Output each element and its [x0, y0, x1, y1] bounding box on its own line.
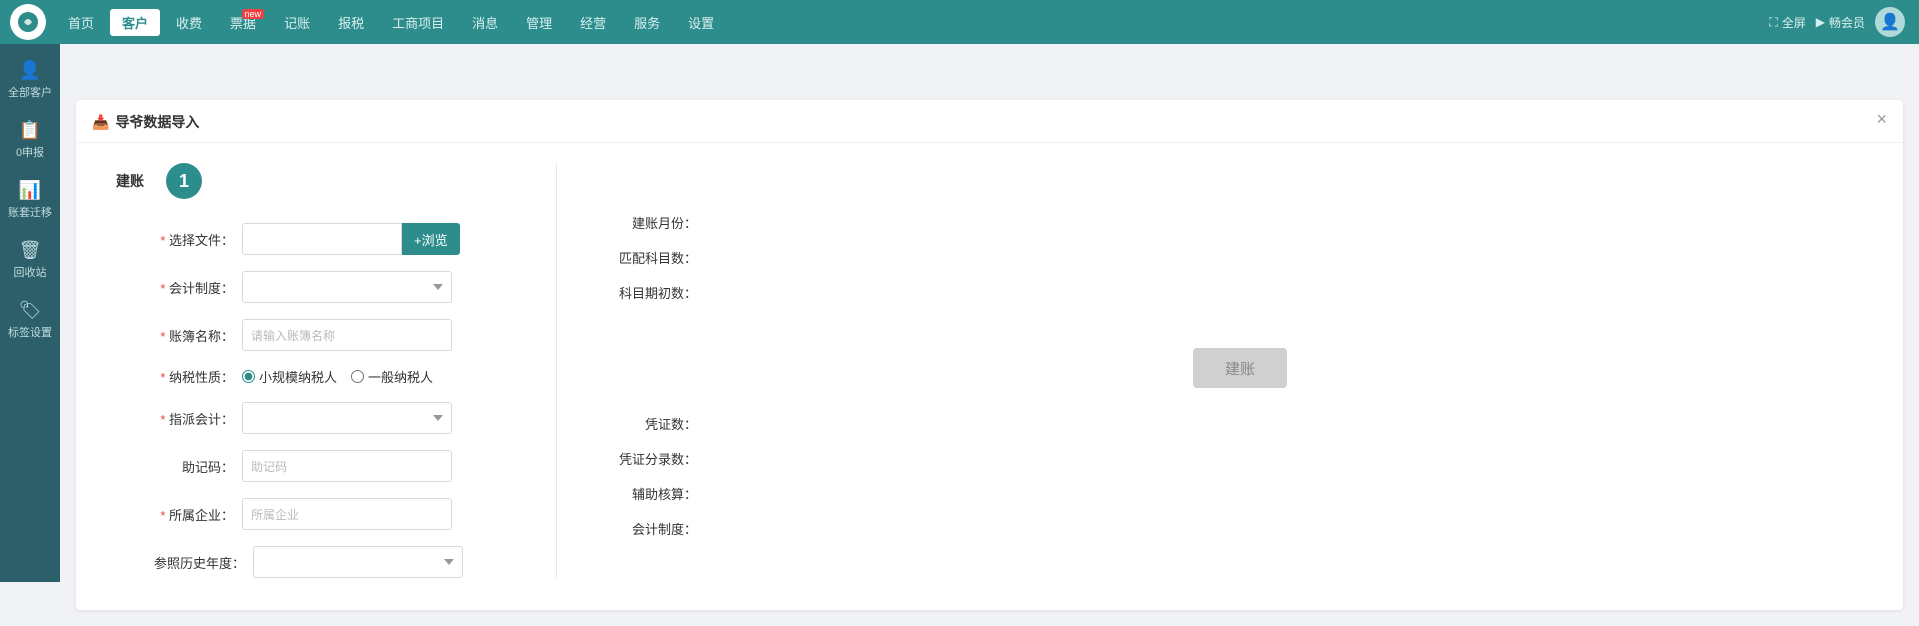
nav-item-service[interactable]: 服务	[622, 9, 672, 36]
assign-accountant-row: * 指派会计：	[154, 402, 546, 434]
initial-period-row: 科目期初数：	[607, 283, 1873, 302]
build-month-label: 建账月份：	[607, 213, 697, 232]
voucher-count-row: 凭证数：	[607, 414, 1873, 433]
migration-icon: 📊	[19, 180, 41, 201]
form-right: 建账月份： 匹配科目数： 科目期初数： 建账 凭证数： 凭证分录数：	[567, 163, 1873, 578]
form-left: 建账 1 * 选择文件： +浏览	[106, 163, 546, 578]
form-body: 建账 1 * 选择文件： +浏览	[76, 143, 1903, 598]
nav-item-home[interactable]: 首页	[56, 9, 106, 36]
accounting-system2-label: 会计制度：	[607, 519, 697, 538]
accounting-system-label: * 会计制度：	[154, 278, 234, 297]
file-select-row: * 选择文件： +浏览	[154, 223, 546, 255]
ref-history-select[interactable]	[253, 546, 463, 578]
sidebar-item-recycle[interactable]: 🗑 回收站	[3, 232, 57, 288]
browse-button[interactable]: +浏览	[402, 223, 460, 255]
assign-accountant-select[interactable]	[242, 402, 452, 434]
memo-row: 助记码：	[154, 450, 546, 482]
top-navigation: 首页 客户 收费 票据 new 记账 报税 工商项目 消息 管理 经营 服务 设…	[0, 0, 1919, 44]
tax-type-row: * 纳税性质： 小规模纳税人 一般纳税人	[154, 367, 546, 386]
tax-type-radio-group: 小规模纳税人 一般纳税人	[242, 367, 433, 386]
tag-icon: 🏷	[19, 300, 42, 321]
sidebar: 👤 全部客户 📋 0申报 📊 账套迁移 🗑 回收站 🏷 标签设置	[0, 44, 60, 582]
assign-accountant-label: * 指派会计：	[154, 409, 234, 428]
avatar[interactable]: 👤	[1875, 7, 1905, 37]
file-input-group: +浏览	[242, 223, 460, 255]
nav-item-ledger[interactable]: 记账	[272, 9, 322, 36]
tax-small-label[interactable]: 小规模纳税人	[242, 367, 337, 386]
ledger-name-row: * 账簿名称：	[154, 319, 546, 351]
sidebar-item-all-customers[interactable]: 👤 全部客户	[3, 52, 57, 108]
close-button[interactable]: ×	[1876, 110, 1887, 128]
file-input[interactable]	[242, 223, 402, 255]
voucher-entries-row: 凭证分录数：	[607, 449, 1873, 468]
file-select-label: * 选择文件：	[154, 230, 234, 249]
owner-company-row: * 所属企业：	[154, 498, 546, 530]
accounting-system-row: * 会计制度：	[154, 271, 546, 303]
owner-company-label: * 所属企业：	[154, 505, 234, 524]
sidebar-item-declaration[interactable]: 📋 0申报	[3, 112, 57, 168]
match-subjects-row: 匹配科目数：	[607, 248, 1873, 267]
nav-item-billing[interactable]: 收费	[164, 9, 214, 36]
modal-title: 导爷数据导入	[115, 112, 199, 132]
tax-small-radio[interactable]	[242, 370, 255, 383]
nav-item-business[interactable]: 工商项目	[380, 9, 456, 36]
nav-item-settings[interactable]: 设置	[676, 9, 726, 36]
vertical-divider	[556, 163, 557, 578]
nav-item-customer[interactable]: 客户	[110, 9, 160, 36]
fullscreen-icon: ⛶	[1769, 15, 1777, 30]
voucher-entries-label: 凭证分录数：	[607, 449, 697, 468]
memo-label: 助记码：	[154, 457, 234, 476]
modal-card: 📥 导爷数据导入 × 建账 1 * 选择文件：	[76, 100, 1903, 610]
sidebar-item-migration[interactable]: 📊 账套迁移	[3, 172, 57, 228]
user-icon: 👤	[19, 60, 41, 81]
nav-right: ⛶ 全屏 ▶ 畅会员 👤	[1769, 7, 1919, 37]
step-header: 建账 1	[106, 163, 546, 199]
accounting-system-select[interactable]	[242, 271, 452, 303]
ref-history-row: 参照历史年度：	[154, 546, 546, 578]
memo-input[interactable]	[242, 450, 452, 482]
membership-button[interactable]: ▶ 畅会员	[1816, 14, 1865, 31]
recycle-icon: 🗑	[19, 240, 42, 261]
main-content: 📥 导爷数据导入 × 建账 1 * 选择文件：	[60, 44, 1919, 626]
sidebar-item-tags[interactable]: 🏷 标签设置	[3, 292, 57, 348]
nav-item-tax[interactable]: 报税	[326, 9, 376, 36]
initial-period-label: 科目期初数：	[607, 283, 697, 302]
build-month-row: 建账月份：	[607, 213, 1873, 232]
build-button[interactable]: 建账	[1193, 348, 1287, 388]
accounting-system2-row: 会计制度：	[607, 519, 1873, 538]
nav-items: 首页 客户 收费 票据 new 记账 报税 工商项目 消息 管理 经营 服务 设…	[56, 9, 1769, 36]
tax-general-label[interactable]: 一般纳税人	[351, 367, 433, 386]
declaration-icon: 📋	[19, 120, 41, 141]
match-subjects-label: 匹配科目数：	[607, 248, 697, 267]
tax-type-label: * 纳税性质：	[154, 367, 234, 386]
ledger-name-label: * 账簿名称：	[154, 326, 234, 345]
step-circle: 1	[166, 163, 202, 199]
nav-item-invoice[interactable]: 票据 new	[218, 9, 268, 36]
step-label-text: 建账	[116, 171, 144, 191]
auxiliary-label: 辅助核算：	[607, 484, 697, 503]
owner-company-input[interactable]	[242, 498, 452, 530]
new-badge: new	[242, 9, 265, 19]
card-header: 📥 导爷数据导入	[76, 100, 1903, 143]
auxiliary-row: 辅助核算：	[607, 484, 1873, 503]
ref-history-label: 参照历史年度：	[154, 553, 245, 572]
fullscreen-button[interactable]: ⛶ 全屏	[1769, 14, 1805, 31]
nav-item-finance[interactable]: 经营	[568, 9, 618, 36]
play-icon: ▶	[1816, 15, 1825, 29]
voucher-count-label: 凭证数：	[607, 414, 697, 433]
nav-item-message[interactable]: 消息	[460, 9, 510, 36]
tax-general-radio[interactable]	[351, 370, 364, 383]
ledger-name-input[interactable]	[242, 319, 452, 351]
app-logo[interactable]	[10, 4, 46, 40]
import-icon: 📥	[92, 114, 109, 131]
nav-item-admin[interactable]: 管理	[514, 9, 564, 36]
